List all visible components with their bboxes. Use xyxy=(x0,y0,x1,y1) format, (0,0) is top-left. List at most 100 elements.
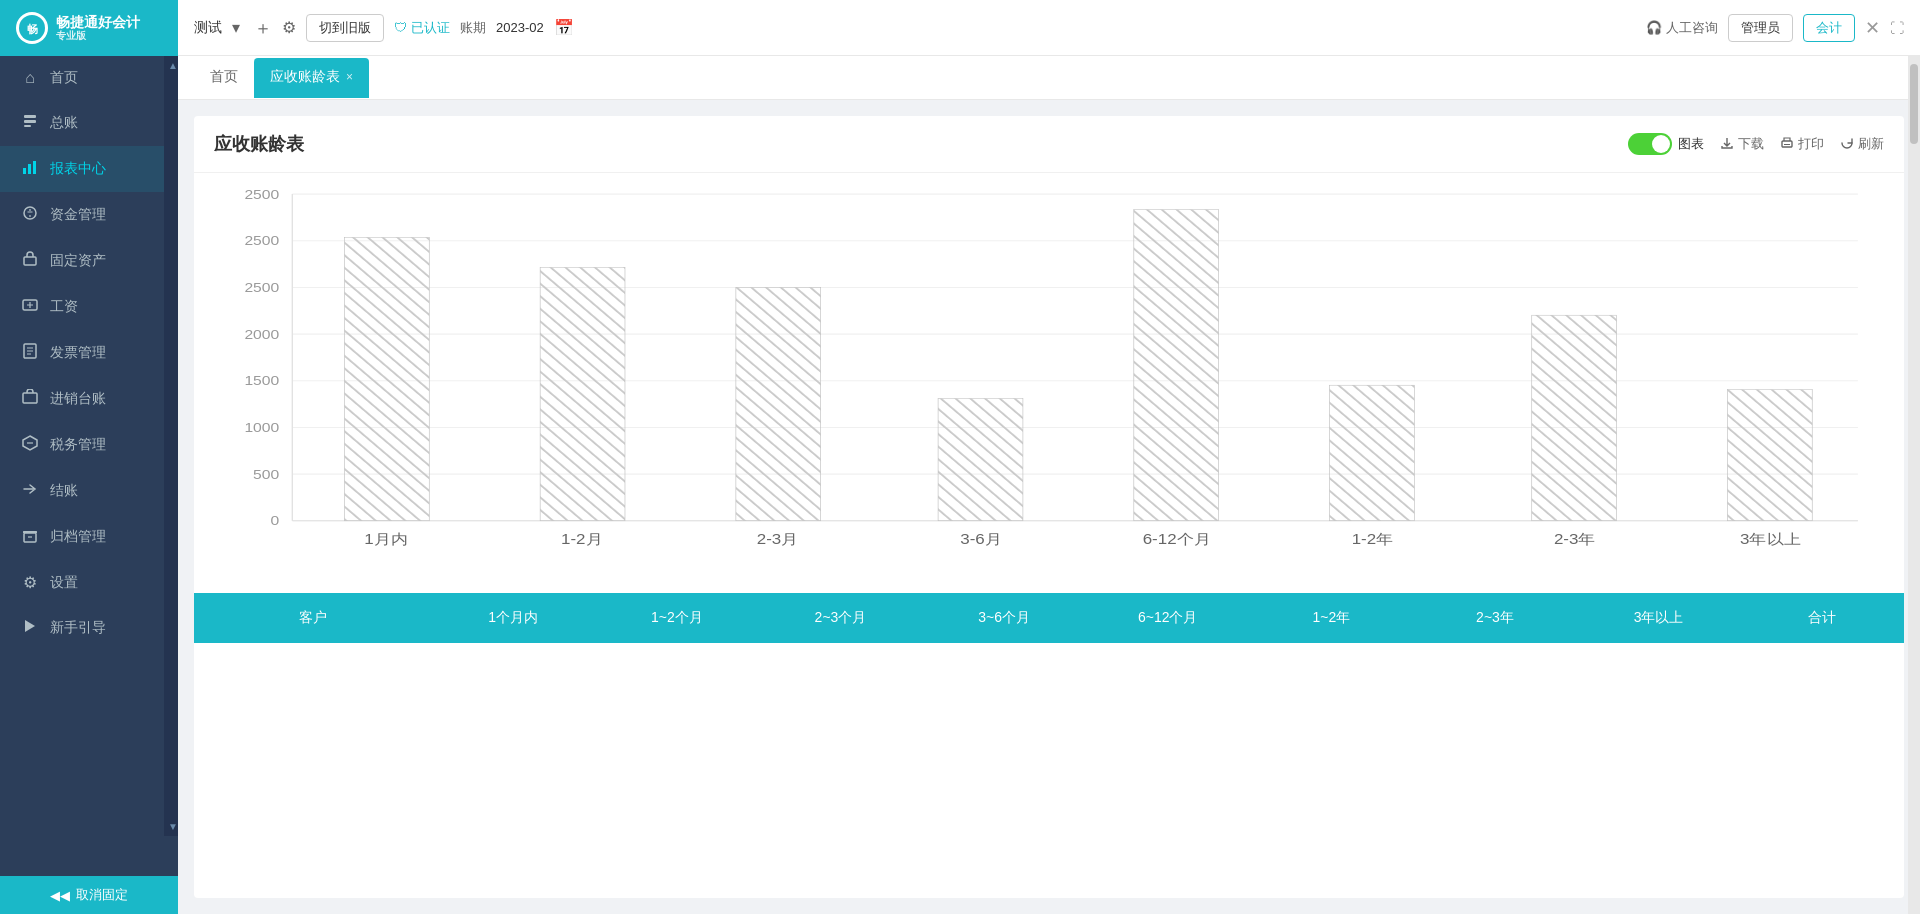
guide-icon xyxy=(20,618,40,638)
table-col-1-2year: 1~2年 xyxy=(1250,593,1414,643)
svg-rect-7 xyxy=(33,161,36,174)
svg-rect-6 xyxy=(28,164,31,174)
expand-button[interactable]: ⛶ xyxy=(1890,20,1904,36)
svg-rect-2 xyxy=(24,115,36,118)
sidebar-item-label: 工资 xyxy=(50,298,78,316)
vertical-scrollbar[interactable] xyxy=(1908,56,1920,914)
app-name-block: 畅捷通好会计 专业版 xyxy=(56,14,140,43)
project-name: 测试 xyxy=(194,19,222,37)
refresh-icon xyxy=(1840,136,1854,153)
svg-rect-12 xyxy=(23,393,37,403)
add-button[interactable]: ＋ xyxy=(254,16,272,40)
manager-button[interactable]: 管理员 xyxy=(1728,14,1793,42)
table-header: 客户 1个月内 1~2个月 2~3个月 3~6个月 6~12个月 xyxy=(194,593,1904,643)
close-window-button[interactable]: ✕ xyxy=(1865,17,1880,39)
svg-text:1-2年: 1-2年 xyxy=(1352,531,1394,547)
svg-rect-43 xyxy=(1532,315,1617,521)
switch-old-version-button[interactable]: 切到旧版 xyxy=(306,14,384,42)
payroll-icon xyxy=(20,297,40,317)
sidebar-item-assets[interactable]: 固定资产 xyxy=(0,238,178,284)
main-area: 测试 ▾ ＋ ⚙ 切到旧版 🛡 已认证 账期 2023-02 📅 🎧 人工咨询 … xyxy=(178,0,1920,914)
settings-gear-icon[interactable]: ⚙ xyxy=(282,18,296,37)
svg-text:2500: 2500 xyxy=(244,187,279,202)
ledger-icon xyxy=(20,113,40,133)
table-col-1month: 1个月内 xyxy=(431,593,595,643)
bar-chart: 2500 2500 2500 2000 1500 1000 500 0 xyxy=(214,183,1884,583)
svg-text:1000: 1000 xyxy=(244,420,279,435)
svg-rect-5 xyxy=(23,168,26,174)
refresh-button[interactable]: 刷新 xyxy=(1840,135,1884,153)
archive-icon xyxy=(20,527,40,547)
calendar-icon[interactable]: 📅 xyxy=(554,18,574,37)
sidebar-item-label: 税务管理 xyxy=(50,436,106,454)
tab-close-icon[interactable]: × xyxy=(346,70,353,84)
table-col-total: 合计 xyxy=(1740,593,1904,643)
sidebar-item-payroll[interactable]: 工资 xyxy=(0,284,178,330)
sidebar-item-label: 归档管理 xyxy=(50,528,106,546)
sidebar: 畅 畅捷通好会计 专业版 ⌂ 首页 总账 报 xyxy=(0,0,178,914)
svg-text:畅: 畅 xyxy=(27,23,38,35)
svg-text:2-3月: 2-3月 xyxy=(757,531,799,547)
table-col-1-2month: 1~2个月 xyxy=(595,593,759,643)
sidebar-item-inventory[interactable]: 进销台账 xyxy=(0,376,178,422)
svg-rect-40 xyxy=(938,399,1023,521)
toggle-knob xyxy=(1652,135,1670,153)
sidebar-item-label: 设置 xyxy=(50,574,78,592)
sidebar-nav: ⌂ 首页 总账 报表中心 资金管理 xyxy=(0,56,178,876)
scroll-down-arrow[interactable]: ▼ xyxy=(164,817,178,836)
report-title: 应收账龄表 xyxy=(214,132,304,156)
svg-rect-37 xyxy=(344,237,429,520)
sidebar-item-guide[interactable]: 新手引导 xyxy=(0,605,178,651)
project-dropdown-icon[interactable]: ▾ xyxy=(232,18,240,37)
accountant-button[interactable]: 会计 xyxy=(1803,14,1855,42)
sidebar-item-reports[interactable]: 报表中心 xyxy=(0,146,178,192)
chart-toggle-wrap: 图表 xyxy=(1628,133,1704,155)
scroll-up-arrow[interactable]: ▲ xyxy=(164,56,178,75)
sidebar-item-label: 资金管理 xyxy=(50,206,106,224)
unpin-icon: ◀◀ xyxy=(50,888,70,903)
sidebar-item-ledger[interactable]: 总账 xyxy=(0,100,178,146)
sidebar-item-invoice[interactable]: 发票管理 xyxy=(0,330,178,376)
table-col-3-6month: 3~6个月 xyxy=(922,593,1086,643)
report-card: 应收账龄表 图表 下载 xyxy=(194,116,1904,898)
svg-point-8 xyxy=(24,207,36,219)
svg-text:1-2月: 1-2月 xyxy=(561,531,603,547)
svg-rect-39 xyxy=(736,287,821,520)
svg-text:1月内: 1月内 xyxy=(364,531,408,547)
table-col-customer: 客户 xyxy=(194,593,431,643)
tax-icon xyxy=(20,435,40,455)
download-button[interactable]: 下载 xyxy=(1720,135,1764,153)
svg-rect-3 xyxy=(24,120,36,123)
svg-rect-17 xyxy=(1784,144,1790,145)
sidebar-item-funds[interactable]: 资金管理 xyxy=(0,192,178,238)
content-area: 应收账龄表 图表 下载 xyxy=(178,100,1920,914)
sidebar-item-settings[interactable]: ⚙ 设置 xyxy=(0,560,178,605)
tab-receivables[interactable]: 应收账龄表 × xyxy=(254,58,369,98)
print-button[interactable]: 打印 xyxy=(1780,135,1824,153)
chart-toggle[interactable] xyxy=(1628,133,1672,155)
sidebar-item-home[interactable]: ⌂ 首页 xyxy=(0,56,178,100)
funds-icon xyxy=(20,205,40,225)
svg-rect-42 xyxy=(1330,385,1415,521)
sidebar-item-archive[interactable]: 归档管理 xyxy=(0,514,178,560)
sidebar-item-closing[interactable]: 结账 xyxy=(0,468,178,514)
tab-home[interactable]: 首页 xyxy=(194,58,254,98)
unpin-button[interactable]: ◀◀ 取消固定 xyxy=(0,876,178,914)
svg-rect-4 xyxy=(24,125,31,127)
sidebar-item-label: 发票管理 xyxy=(50,344,106,362)
reports-icon xyxy=(20,159,40,179)
svg-rect-44 xyxy=(1727,390,1812,521)
home-icon: ⌂ xyxy=(20,69,40,87)
sidebar-item-tax[interactable]: 税务管理 xyxy=(0,422,178,468)
sidebar-item-label: 固定资产 xyxy=(50,252,106,270)
svg-text:1500: 1500 xyxy=(244,373,279,388)
table-col-6-12month: 6~12个月 xyxy=(1086,593,1250,643)
svg-text:2-3年: 2-3年 xyxy=(1554,531,1596,547)
svg-text:3年以上: 3年以上 xyxy=(1740,531,1801,547)
verified-badge: 🛡 已认证 xyxy=(394,19,450,37)
shield-icon: 🛡 xyxy=(394,20,407,35)
table-col-2-3month: 2~3个月 xyxy=(759,593,923,643)
sidebar-item-label: 首页 xyxy=(50,69,78,87)
consult-button[interactable]: 🎧 人工咨询 xyxy=(1646,19,1718,37)
closing-icon xyxy=(20,481,40,501)
